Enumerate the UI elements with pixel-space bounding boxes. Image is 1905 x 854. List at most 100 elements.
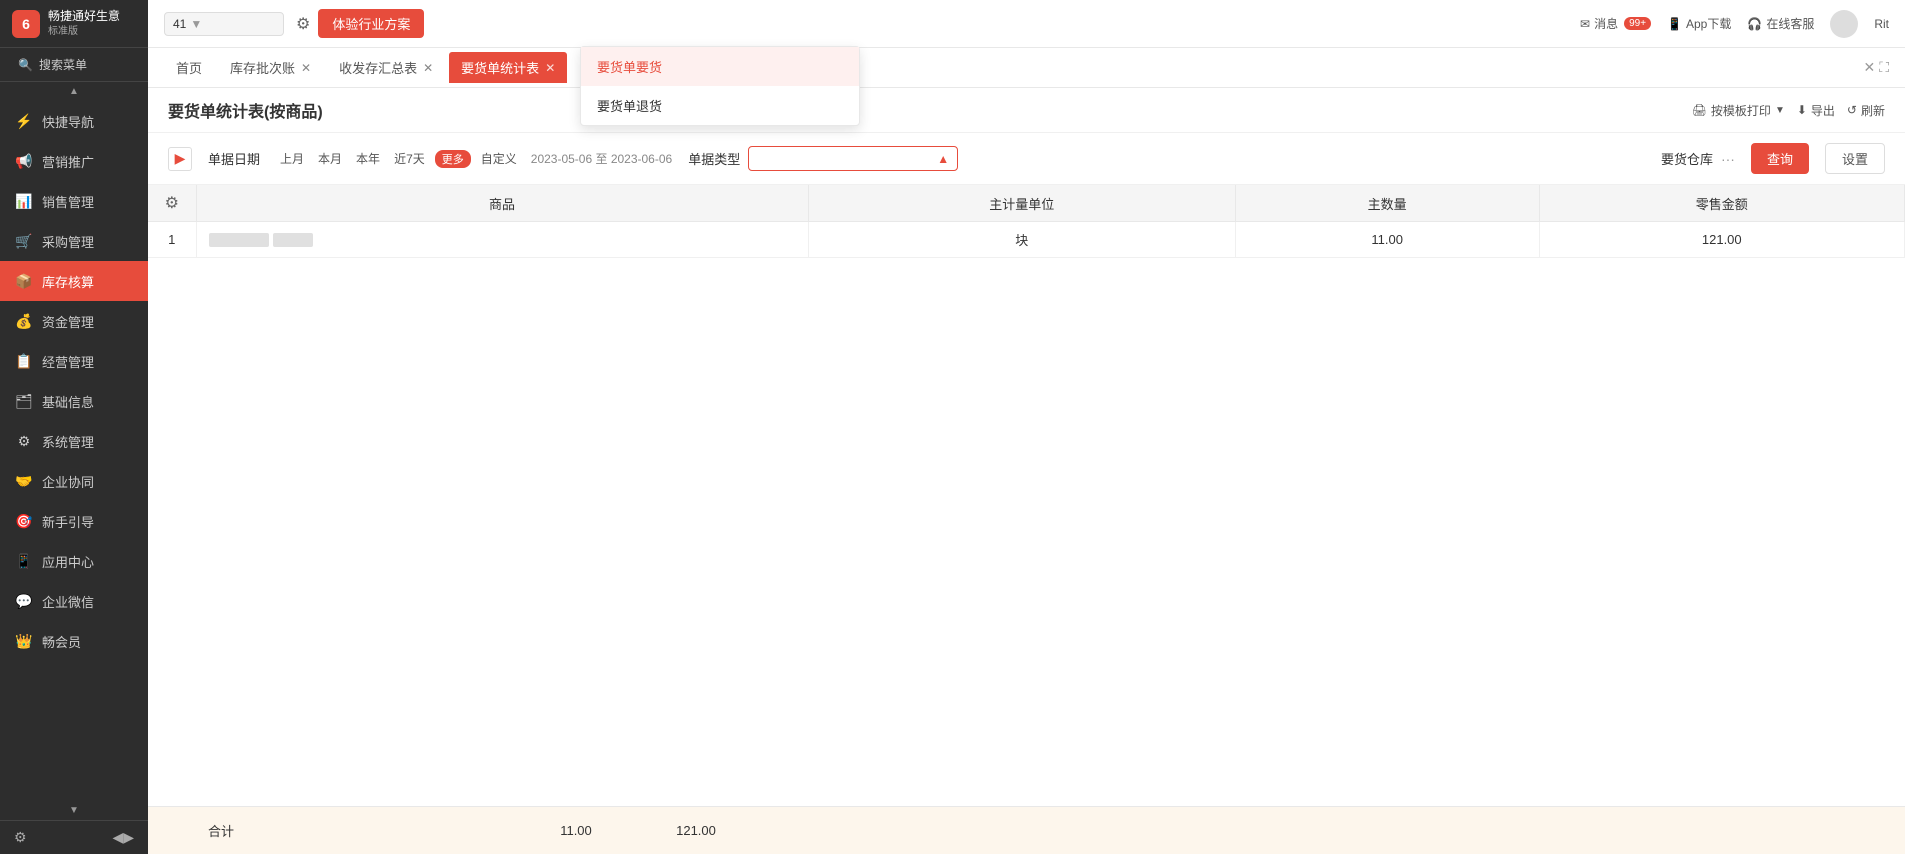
filter-type-section: 单据类型 ▲ [688, 146, 1645, 171]
tabs-bar: 首页 库存批次账 ✕ 收发存汇总表 ✕ 要货单统计表 ✕ ✕ ⛶ [148, 48, 1905, 88]
sidebar-item-inventory[interactable]: 📦 库存核算 [0, 261, 148, 301]
tab-collection-summary[interactable]: 收发存汇总表 ✕ [327, 52, 445, 83]
table-settings-icon[interactable]: ⚙ [165, 195, 179, 212]
tab-close-order[interactable]: ✕ [545, 61, 555, 75]
date-filter-label: 单据日期 [208, 149, 260, 168]
cell-quantity: 11.00 [1235, 222, 1539, 258]
footer-quantity: 11.00 [516, 817, 636, 844]
warehouse-more-icon[interactable]: ··· [1721, 151, 1735, 167]
header-gear-icon[interactable]: ⚙ [296, 14, 310, 34]
quick-nav-icon: ⚡ [14, 111, 34, 131]
warehouse-filter-label: 要货仓库 [1661, 149, 1713, 168]
tab-close-all-icon[interactable]: ✕ [1863, 59, 1875, 76]
sidebar-scroll-down-area: ▼ [0, 801, 148, 820]
date-opt-this-month[interactable]: 本月 [314, 148, 346, 169]
sidebar-item-sales[interactable]: 📊 销售管理 [0, 181, 148, 221]
type-filter-input[interactable]: ▲ [748, 146, 958, 171]
refresh-icon: ↺ [1847, 103, 1857, 117]
set-btn[interactable]: 设置 [1825, 143, 1885, 174]
th-amount: 零售金额 [1539, 185, 1904, 222]
product-code-placeholder [273, 233, 313, 247]
print-template-btn[interactable]: 🖨 按模板打印 ▼ [1692, 102, 1785, 119]
data-table: ⚙ 商品 主计量单位 主数量 零售金额 1 [148, 185, 1905, 258]
collapse-icon[interactable]: ◀▶ [112, 829, 134, 846]
scroll-down-btn[interactable]: ▼ [65, 801, 83, 820]
wechat-icon: 💬 [14, 591, 34, 611]
sidebar-item-marketing[interactable]: 📢 营销推广 [0, 141, 148, 181]
footer-label: 合计 [196, 815, 396, 846]
purchase-icon: 🛒 [14, 231, 34, 251]
page-actions: 🖨 按模板打印 ▼ ⬇ 导出 ↺ 刷新 [1692, 102, 1885, 119]
sidebar-nav: ⚡ 快捷导航 📢 营销推广 📊 销售管理 🛒 采购管理 📦 库存核算 💰 资金管… [0, 101, 148, 801]
member-icon: 👑 [14, 631, 34, 651]
online-service-btn[interactable]: 🎧 在线客服 [1747, 15, 1814, 32]
th-settings[interactable]: ⚙ [148, 185, 196, 222]
inventory-icon: 📦 [14, 271, 34, 291]
service-icon: 🎧 [1747, 17, 1762, 31]
sidebar-item-finance[interactable]: 💰 资金管理 [0, 301, 148, 341]
export-btn[interactable]: ⬇ 导出 [1797, 102, 1835, 119]
message-btn[interactable]: ✉ 消息 99+ [1580, 15, 1651, 32]
filter-warehouse-section: 要货仓库 ··· [1661, 149, 1735, 168]
sidebar-item-quick-nav[interactable]: ⚡ 快捷导航 [0, 101, 148, 141]
type-filter-field[interactable] [757, 151, 933, 166]
date-opt-custom[interactable]: 自定义 [477, 148, 521, 169]
sidebar-item-app-center[interactable]: 📱 应用中心 [0, 541, 148, 581]
tab-batch-account[interactable]: 库存批次账 ✕ [218, 52, 323, 83]
dropdown-item-order-return[interactable]: 要货单退货 [581, 88, 859, 125]
export-icon: ⬇ [1797, 103, 1807, 117]
table-row: 1 块 11.00 121.00 [148, 222, 1905, 258]
trial-btn[interactable]: 体验行业方案 [318, 9, 424, 38]
cell-no: 1 [148, 222, 196, 258]
tab-close-collection[interactable]: ✕ [423, 61, 433, 75]
sidebar-item-operations[interactable]: 📋 经营管理 [0, 341, 148, 381]
store-selector[interactable]: 41 ▼ [164, 12, 284, 36]
tab-order-summary[interactable]: 要货单统计表 ✕ [449, 52, 567, 83]
sidebar-item-guide[interactable]: 🎯 新手引导 [0, 501, 148, 541]
main-content: 41 ▼ ⚙ 体验行业方案 ✉ 消息 99+ 📱 App下载 🎧 在线客服 Ri… [148, 0, 1905, 854]
tab-close-batch[interactable]: ✕ [301, 61, 311, 75]
filter-expand-btn[interactable]: ▶ [168, 147, 192, 171]
app-center-icon: 📱 [14, 551, 34, 571]
tab-home[interactable]: 首页 [164, 52, 214, 83]
enterprise-icon: 🤝 [14, 471, 34, 491]
table-footer: 合计 11.00 121.00 [148, 806, 1905, 854]
refresh-btn[interactable]: ↺ 刷新 [1847, 102, 1885, 119]
sidebar-item-basic-info[interactable]: 🗂 基础信息 [0, 381, 148, 421]
date-opt-more[interactable]: 更多 [435, 150, 471, 168]
sidebar-item-purchase[interactable]: 🛒 采购管理 [0, 221, 148, 261]
message-icon: ✉ [1580, 17, 1590, 31]
app-download-btn[interactable]: 📱 App下载 [1667, 15, 1731, 32]
user-avatar[interactable] [1830, 10, 1858, 38]
app-logo: 6 畅捷通好生意 标准版 [0, 0, 148, 48]
scroll-up-btn[interactable]: ▲ [65, 82, 83, 101]
settings-icon[interactable]: ⚙ [14, 829, 27, 846]
guide-icon: 🎯 [14, 511, 34, 531]
th-unit: 主计量单位 [808, 185, 1235, 222]
query-btn[interactable]: 查询 [1751, 143, 1809, 174]
header-left: 41 ▼ ⚙ 体验行业方案 [164, 9, 424, 38]
marketing-icon: 📢 [14, 151, 34, 171]
footer-amount: 121.00 [636, 817, 756, 844]
finance-icon: 💰 [14, 311, 34, 331]
date-opt-last-month[interactable]: 上月 [276, 148, 308, 169]
tab-expand-icon[interactable]: ⛶ [1879, 59, 1889, 76]
sidebar-item-member[interactable]: 👑 畅会员 [0, 621, 148, 661]
footer-unit-empty [396, 825, 516, 837]
date-range-display: 2023-05-06 至 2023-06-06 [531, 150, 672, 167]
date-options: 上月 本月 本年 近7天 更多 自定义 2023-05-06 至 2023-06… [276, 148, 672, 169]
type-filter-label: 单据类型 [688, 149, 740, 168]
date-opt-7days[interactable]: 近7天 [390, 148, 429, 169]
sidebar-scroll-up-area: ▲ [0, 82, 148, 101]
sidebar-item-enterprise[interactable]: 🤝 企业协同 [0, 461, 148, 501]
top-header: 41 ▼ ⚙ 体验行业方案 ✉ 消息 99+ 📱 App下载 🎧 在线客服 Ri… [148, 0, 1905, 48]
sidebar-item-wechat[interactable]: 💬 企业微信 [0, 581, 148, 621]
sidebar-item-system[interactable]: ⚙ 系统管理 [0, 421, 148, 461]
sales-icon: 📊 [14, 191, 34, 211]
date-opt-this-year[interactable]: 本年 [352, 148, 384, 169]
search-menu[interactable]: 🔍 搜索菜单 [0, 48, 148, 82]
print-icon: 🖨 [1692, 103, 1707, 117]
basic-info-icon: 🗂 [14, 391, 34, 411]
user-name: Rit [1874, 17, 1889, 31]
cell-unit: 块 [808, 222, 1235, 258]
